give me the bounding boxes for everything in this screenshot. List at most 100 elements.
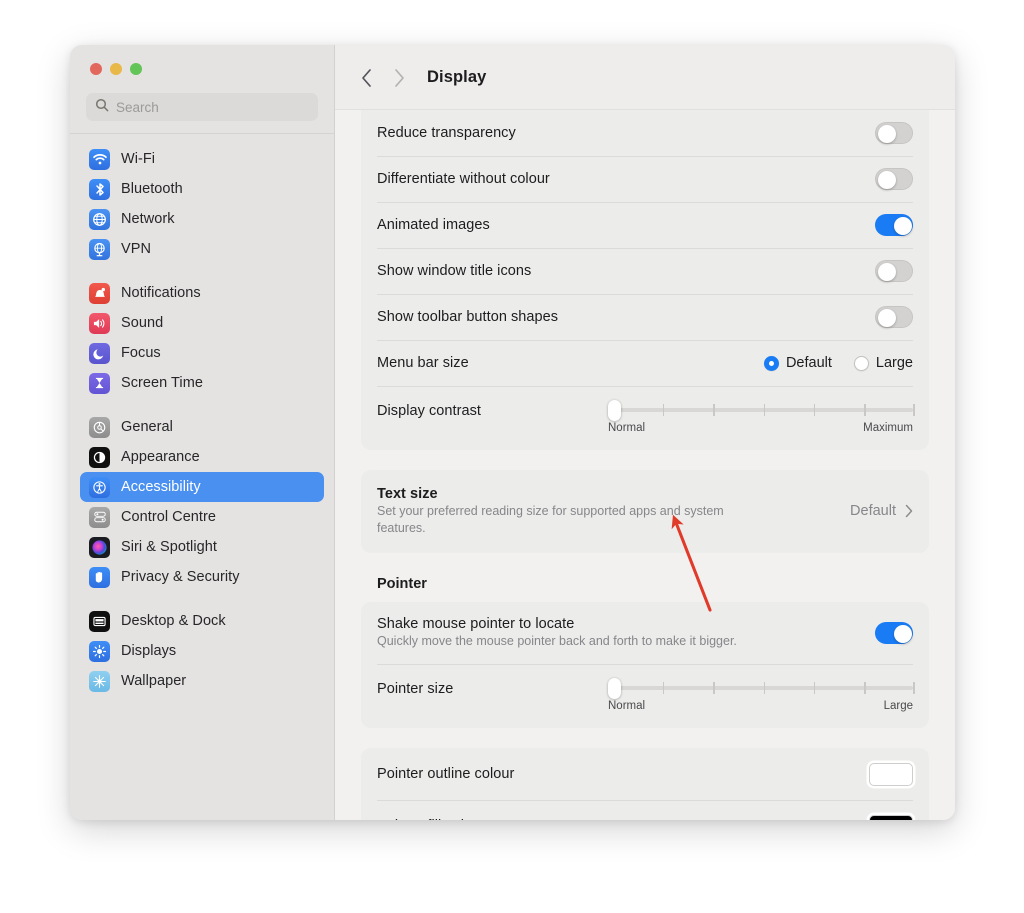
forward-button[interactable] (393, 68, 405, 88)
sidebar-item-label: Appearance (121, 449, 200, 465)
content-toolbar: Display (335, 45, 955, 110)
search-field[interactable] (86, 93, 318, 121)
vpn-icon (89, 238, 110, 260)
sidebar-group-connectivity: Wi-Fi Bluetooth Network VPN (80, 144, 324, 264)
menu-bar-size-option-default[interactable]: Default (763, 355, 832, 371)
row-pointer-outline-colour[interactable]: Pointer outline colour (377, 748, 913, 800)
display-options-card: Reduce transparency Differentiate withou… (361, 110, 929, 450)
privacy-hand-icon (89, 566, 110, 588)
sidebar-item-displays[interactable]: Displays (80, 636, 324, 666)
slider-thumb[interactable] (608, 678, 621, 699)
sidebar-item-screen-time[interactable]: Screen Time (80, 368, 324, 398)
accessibility-person-icon (89, 476, 110, 498)
sidebar-item-label: Siri & Spotlight (121, 539, 217, 555)
sidebar-item-network[interactable]: Network (80, 204, 324, 234)
display-contrast-slider[interactable]: Normal Maximum (608, 399, 915, 434)
row-label: Pointer fill colour (377, 818, 869, 820)
text-size-value: Default (850, 503, 896, 519)
network-globe-icon (89, 208, 110, 230)
sidebar-item-label: Wi-Fi (121, 151, 156, 167)
show-window-title-icons-toggle[interactable] (875, 260, 913, 282)
search-icon (95, 98, 109, 117)
appearance-contrast-icon (89, 446, 110, 468)
close-window-button[interactable] (90, 63, 102, 75)
sidebar-item-control-centre[interactable]: Control Centre (80, 502, 324, 532)
slider-min-label: Normal (608, 422, 646, 434)
pointer-outline-colour-swatch[interactable] (869, 762, 913, 786)
row-subtitle: Quickly move the mouse pointer back and … (377, 634, 737, 649)
row-label: Reduce transparency (377, 125, 516, 141)
sidebar-item-label: Network (121, 211, 175, 227)
radio-large[interactable] (853, 355, 869, 371)
pointer-section-heading: Pointer (377, 576, 427, 592)
zoom-window-button[interactable] (130, 63, 142, 75)
sidebar-item-siri-spotlight[interactable]: Siri & Spotlight (80, 532, 324, 562)
row-pointer-size[interactable]: Pointer size Normal Large (377, 664, 915, 728)
control-centre-icon (89, 506, 110, 528)
sidebar-group-system: General Appearance Accessibility Control… (80, 412, 324, 592)
slider-thumb[interactable] (608, 400, 621, 421)
row-menu-bar-size[interactable]: Menu bar size Default Large (377, 340, 913, 386)
sidebar-item-label: Desktop & Dock (121, 613, 226, 629)
sidebar-item-label: Screen Time (121, 375, 203, 391)
text-size-subtitle: Set your preferred reading size for supp… (377, 503, 724, 535)
pointer-size-slider[interactable]: Normal Large (608, 677, 915, 712)
sidebar-item-appearance[interactable]: Appearance (80, 442, 324, 472)
displays-brightness-icon (89, 640, 110, 662)
sidebar-item-bluetooth[interactable]: Bluetooth (80, 174, 324, 204)
row-text-size[interactable]: Text size Set your preferred reading siz… (377, 473, 913, 549)
reduce-transparency-toggle[interactable] (875, 122, 913, 144)
row-show-window-title-icons[interactable]: Show window title icons (377, 248, 913, 294)
sidebar-item-label: Wallpaper (121, 673, 187, 689)
search-input[interactable] (116, 99, 309, 115)
slider-track (608, 400, 915, 421)
radio-default[interactable] (763, 355, 779, 371)
differentiate-without-colour-toggle[interactable] (875, 168, 913, 190)
row-shake-mouse-pointer[interactable]: Shake mouse pointer to locate Quickly mo… (377, 602, 913, 664)
back-button[interactable] (361, 68, 373, 88)
row-reduce-transparency[interactable]: Reduce transparency (377, 110, 913, 156)
pointer-fill-colour-swatch[interactable] (869, 814, 913, 820)
radio-label: Large (875, 355, 913, 371)
menu-bar-size-option-large[interactable]: Large (853, 355, 913, 371)
row-show-toolbar-button-shapes[interactable]: Show toolbar button shapes (377, 294, 913, 340)
sidebar-item-label: Displays (121, 643, 177, 659)
sidebar-item-sound[interactable]: Sound (80, 308, 324, 338)
slider-labels: Normal Maximum (608, 422, 913, 434)
sidebar-search-container (70, 87, 334, 121)
sidebar-item-focus[interactable]: Focus (80, 338, 324, 368)
sidebar-item-vpn[interactable]: VPN (80, 234, 324, 264)
row-label: Differentiate without colour (377, 171, 550, 187)
sidebar-item-desktop-dock[interactable]: Desktop & Dock (80, 606, 324, 636)
row-display-contrast[interactable]: Display contrast Normal Maximum (377, 386, 915, 450)
row-differentiate-without-colour[interactable]: Differentiate without colour (377, 156, 913, 202)
minimize-window-button[interactable] (110, 63, 122, 75)
sidebar-item-label: Notifications (121, 285, 201, 301)
shake-mouse-pointer-toggle[interactable] (875, 622, 913, 644)
row-label: Pointer outline colour (377, 766, 515, 782)
show-toolbar-button-shapes-toggle[interactable] (875, 306, 913, 328)
sidebar-item-wi-fi[interactable]: Wi-Fi (80, 144, 324, 174)
row-animated-images[interactable]: Animated images (377, 202, 913, 248)
sidebar-group-appearance: Desktop & Dock Displays Wallpaper (80, 606, 324, 696)
sidebar: Wi-Fi Bluetooth (70, 45, 335, 820)
sound-speaker-icon (89, 312, 110, 334)
row-pointer-fill-colour[interactable]: Pointer fill colour (377, 800, 913, 820)
text-size-card[interactable]: Text size Set your preferred reading siz… (361, 470, 929, 553)
sidebar-item-privacy-security[interactable]: Privacy & Security (80, 562, 324, 592)
slider-max-label: Maximum (863, 422, 913, 434)
sidebar-item-wallpaper[interactable]: Wallpaper (80, 666, 324, 696)
settings-scroll-area[interactable]: Reduce transparency Differentiate withou… (335, 110, 955, 820)
system-settings-window: Wi-Fi Bluetooth (70, 45, 955, 820)
sidebar-item-label: Focus (121, 345, 161, 361)
row-label: Show window title icons (377, 263, 532, 279)
sidebar-item-general[interactable]: General (80, 412, 324, 442)
sidebar-item-notifications[interactable]: Notifications (80, 278, 324, 308)
bluetooth-icon (89, 178, 110, 200)
animated-images-toggle[interactable] (875, 214, 913, 236)
chevron-right-icon[interactable] (905, 504, 913, 518)
sidebar-nav-list: Wi-Fi Bluetooth Network VPN Notification… (70, 134, 334, 813)
radio-label: Default (785, 355, 832, 371)
sidebar-item-accessibility[interactable]: Accessibility (80, 472, 324, 502)
slider-ticks (608, 404, 915, 416)
